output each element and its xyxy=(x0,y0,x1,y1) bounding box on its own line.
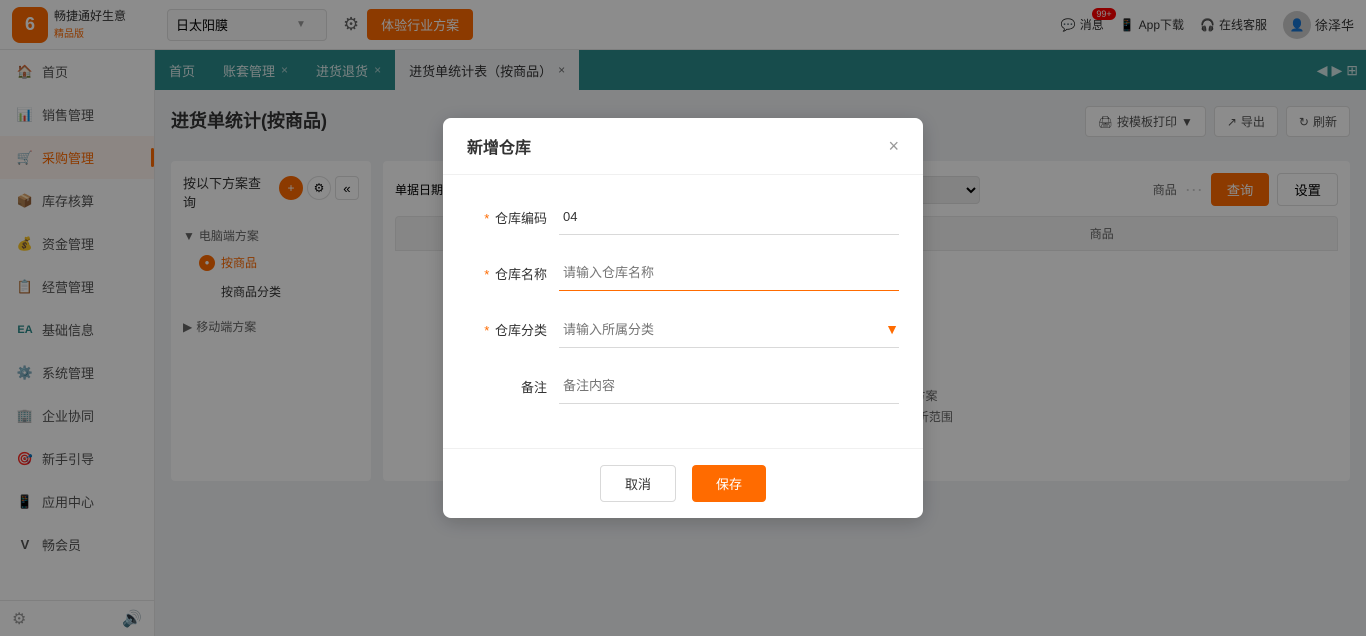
cancel-btn[interactable]: 取消 xyxy=(600,465,676,502)
warehouse-note-input[interactable] xyxy=(559,368,899,404)
modal-title: 新增仓库 xyxy=(467,134,531,158)
required-mark-name: * xyxy=(484,267,489,282)
form-row-category: * 仓库分类 ▼ xyxy=(467,311,899,348)
warehouse-name-input[interactable] xyxy=(559,255,899,291)
modal-overlay: 新增仓库 × * 仓库编码 * 仓库名称 xyxy=(0,0,1366,636)
required-mark-code: * xyxy=(484,211,489,226)
form-row-code: * 仓库编码 xyxy=(467,199,899,235)
modal-body: * 仓库编码 * 仓库名称 * 仓库分类 xyxy=(443,175,923,448)
category-select-wrapper: ▼ xyxy=(559,311,899,348)
add-warehouse-modal: 新增仓库 × * 仓库编码 * 仓库名称 xyxy=(443,118,923,518)
warehouse-category-input[interactable] xyxy=(559,311,885,347)
save-btn[interactable]: 保存 xyxy=(692,465,766,502)
modal-close-btn[interactable]: × xyxy=(888,137,899,155)
form-label-code: * 仓库编码 xyxy=(467,208,547,227)
form-row-note: 备注 xyxy=(467,368,899,404)
form-label-name: * 仓库名称 xyxy=(467,264,547,283)
form-label-category: * 仓库分类 xyxy=(467,320,547,339)
category-dropdown-icon[interactable]: ▼ xyxy=(885,321,899,337)
modal-footer: 取消 保存 xyxy=(443,448,923,518)
warehouse-code-input[interactable] xyxy=(559,199,899,235)
form-row-name: * 仓库名称 xyxy=(467,255,899,291)
required-mark-category: * xyxy=(484,323,489,338)
form-label-note: 备注 xyxy=(467,377,547,396)
modal-header: 新增仓库 × xyxy=(443,118,923,175)
